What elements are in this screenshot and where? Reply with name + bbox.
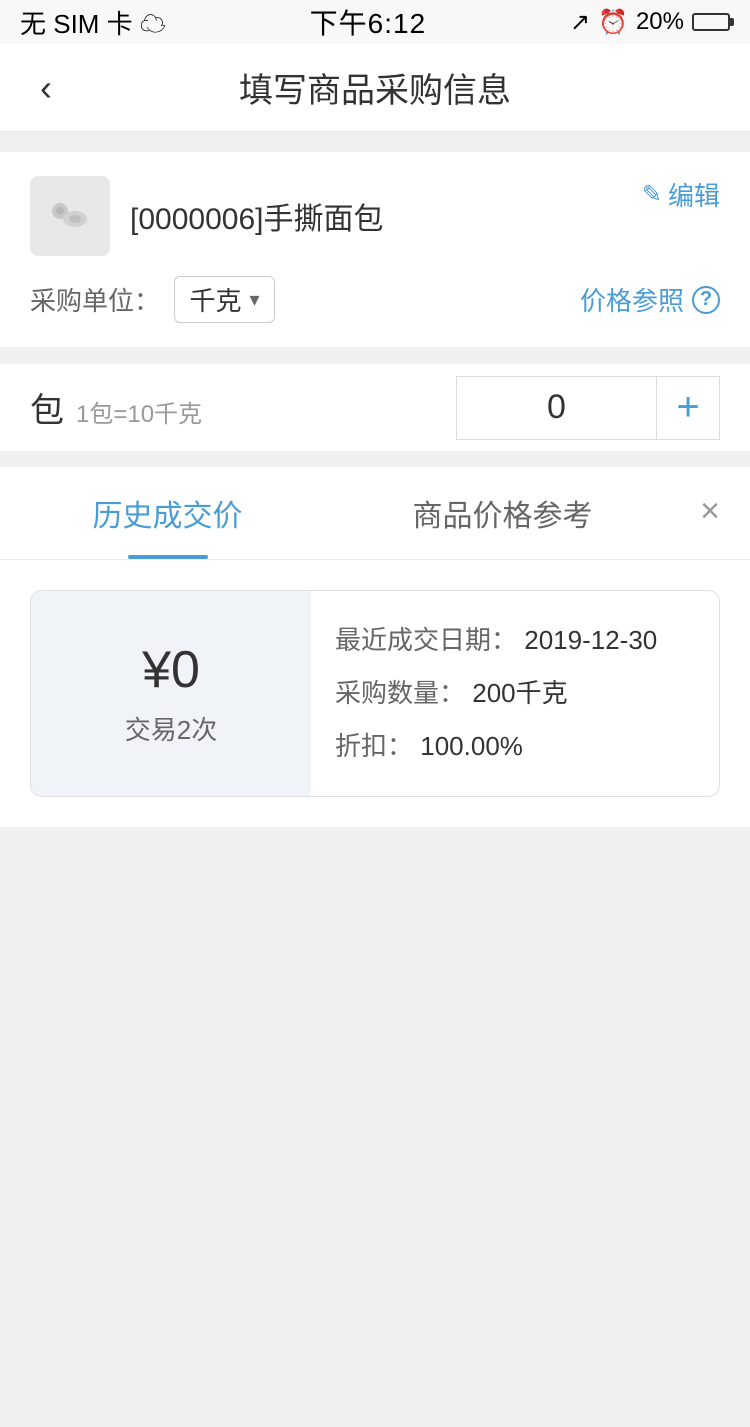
- price-card: ¥0 交易2次 最近成交日期： 2019-12-30 采购数量： 200千克 折…: [30, 590, 720, 797]
- unit-section: 采购单位： 千克 ▾: [30, 276, 275, 323]
- price-card-right: 最近成交日期： 2019-12-30 采购数量： 200千克 折扣： 100.0…: [311, 591, 719, 796]
- price-times: 交易2次: [125, 710, 217, 747]
- quantity-row: 包 1包=10千克 +: [0, 363, 750, 451]
- quantity-input-container: +: [456, 376, 720, 440]
- edit-button[interactable]: ✎ 编辑: [642, 176, 720, 213]
- status-bar: 无 SIM 卡 ☁ 下午6:12 ↗ ⏰ 20%: [0, 0, 750, 44]
- quantity-section: 包 1包=10千克 +: [0, 363, 750, 451]
- quantity-input[interactable]: [456, 376, 656, 440]
- alarm-icon: ⏰: [598, 8, 628, 37]
- purchase-qty-label: 采购数量：: [335, 678, 465, 708]
- status-right: ↗ ⏰ 20%: [570, 8, 730, 37]
- price-amount: ¥0: [142, 640, 200, 700]
- unit-select[interactable]: 千克 ▾: [174, 276, 274, 323]
- status-left: 无 SIM 卡 ☁: [20, 4, 166, 41]
- tabs-section: 历史成交价 商品价格参考 × ¥0 交易2次 最近成交日期： 2019-12-3…: [0, 467, 750, 827]
- product-name: [0000006]手撕面包: [130, 194, 383, 238]
- battery-percent: 20%: [636, 8, 684, 36]
- main-content-area: [0, 827, 750, 1427]
- unit-label: 采购单位：: [30, 286, 160, 316]
- location-icon: ↗: [570, 8, 590, 37]
- recent-date-row: 最近成交日期： 2019-12-30: [335, 621, 695, 660]
- tabs-header: 历史成交价 商品价格参考 ×: [0, 467, 750, 560]
- network-status: 无 SIM 卡 ☁: [20, 4, 166, 41]
- discount-label: 折扣：: [335, 731, 413, 761]
- tab-close-button[interactable]: ×: [670, 492, 750, 535]
- product-unit-row: 采购单位： 千克 ▾ 价格参照 ?: [30, 276, 720, 323]
- purchase-qty-value: 200千克: [472, 678, 567, 708]
- product-card: [0000006]手撕面包 ✎ 编辑 采购单位： 千克 ▾ 价格参照 ?: [0, 152, 750, 347]
- price-ref-label: 价格参照: [580, 281, 684, 318]
- discount-row: 折扣： 100.00%: [335, 727, 695, 766]
- page-title: 填写商品采购信息: [239, 63, 511, 112]
- info-icon: ?: [692, 286, 720, 314]
- tab-product-price-reference[interactable]: 商品价格参考: [335, 467, 670, 559]
- product-thumbnail: [30, 176, 110, 256]
- quantity-unit-name: 包: [30, 383, 64, 432]
- history-price-content: ¥0 交易2次 最近成交日期： 2019-12-30 采购数量： 200千克 折…: [0, 560, 750, 827]
- purchase-qty-row: 采购数量： 200千克: [335, 674, 695, 713]
- chevron-down-icon: ▾: [249, 287, 259, 312]
- price-card-left: ¥0 交易2次: [31, 591, 311, 796]
- quantity-unit-ratio: 1包=10千克: [76, 394, 202, 429]
- product-header: [0000006]手撕面包 ✎ 编辑: [30, 176, 720, 256]
- back-button[interactable]: ‹: [30, 57, 62, 119]
- recent-date-label: 最近成交日期：: [335, 625, 517, 655]
- nav-bar: ‹ 填写商品采购信息: [0, 44, 750, 132]
- edit-icon: ✎: [642, 180, 662, 209]
- price-reference-button[interactable]: 价格参照 ?: [580, 281, 720, 318]
- recent-date-value: 2019-12-30: [524, 625, 657, 655]
- status-time: 下午6:12: [310, 2, 427, 42]
- unit-value: 千克: [189, 281, 241, 318]
- quantity-plus-button[interactable]: +: [656, 376, 720, 440]
- battery-icon: [692, 13, 730, 31]
- edit-label: 编辑: [668, 176, 720, 213]
- quantity-label-container: 包 1包=10千克: [30, 383, 456, 432]
- tab-history-price[interactable]: 历史成交价: [0, 467, 335, 559]
- discount-value: 100.00%: [420, 731, 523, 761]
- product-left: [0000006]手撕面包: [30, 176, 642, 256]
